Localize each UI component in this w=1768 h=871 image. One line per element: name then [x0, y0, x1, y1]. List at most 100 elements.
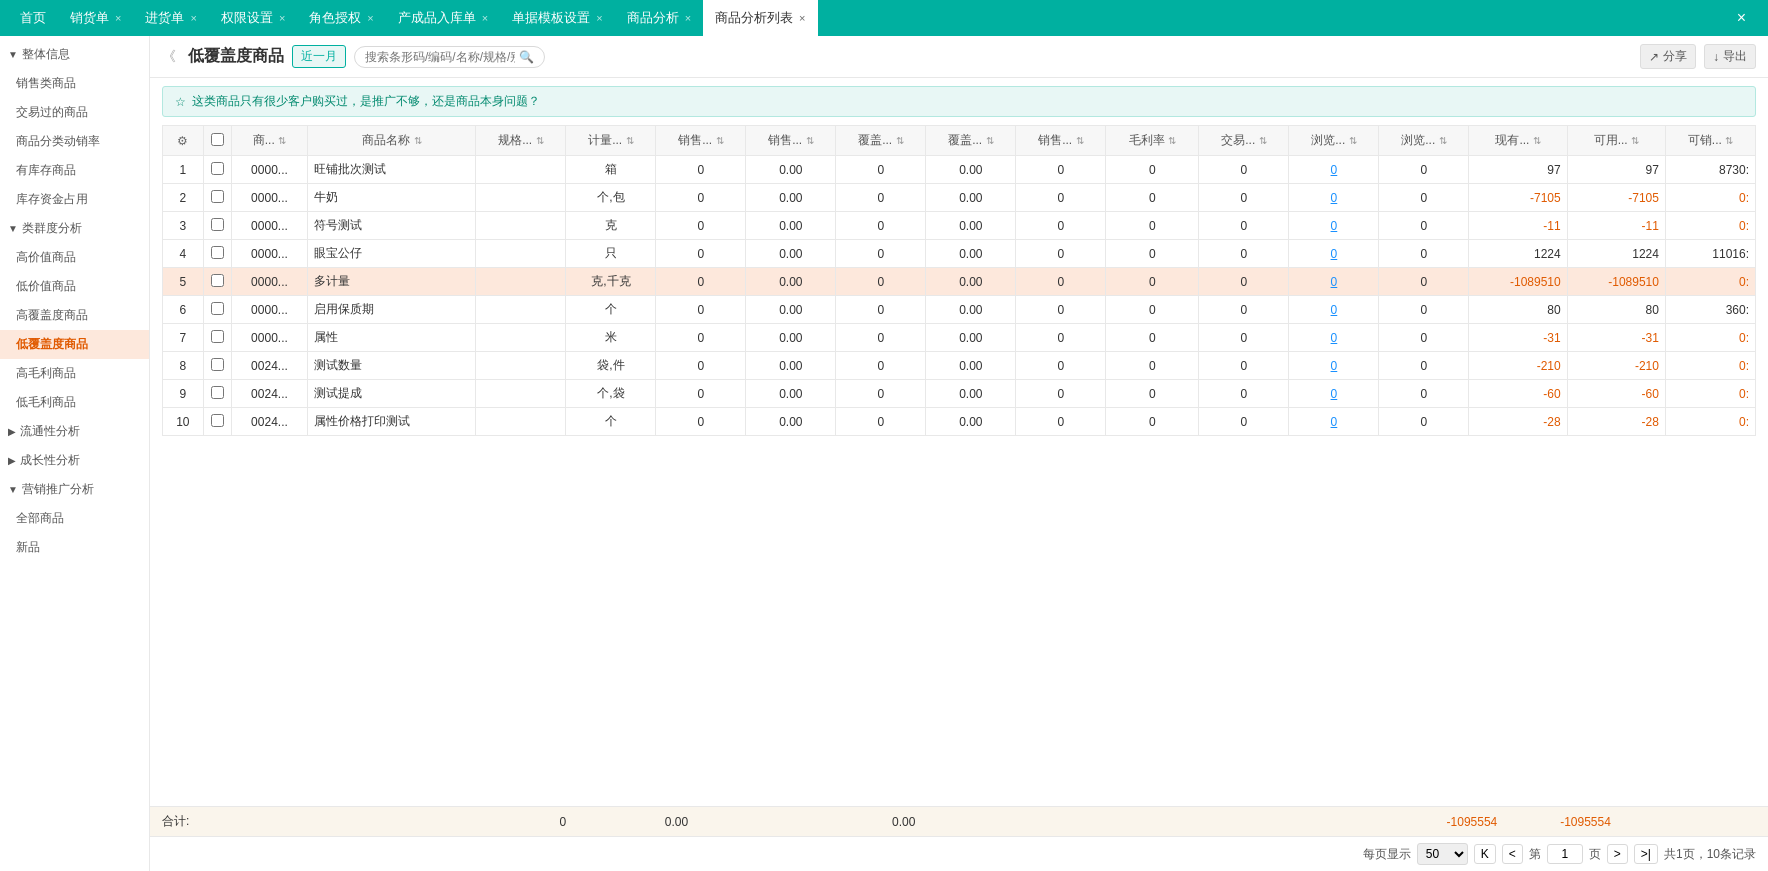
sidebar-item-stocked-goods[interactable]: 有库存商品 — [0, 156, 149, 185]
row-checkbox[interactable] — [211, 358, 224, 371]
row-browse1[interactable]: 0 — [1289, 156, 1379, 184]
per-page-select[interactable]: 50 10 20 100 — [1417, 843, 1468, 865]
export-button[interactable]: ↓ 导出 — [1704, 44, 1756, 69]
row-checkbox[interactable] — [211, 218, 224, 231]
next-page-button[interactable]: > — [1607, 844, 1628, 864]
sidebar-item-low-value[interactable]: 低价值商品 — [0, 272, 149, 301]
row-checkbox-cell[interactable] — [203, 408, 231, 436]
row-checkbox[interactable] — [211, 302, 224, 315]
row-unit: 箱 — [566, 156, 656, 184]
th-coverage1[interactable]: 覆盖... ⇅ — [836, 126, 926, 156]
row-checkbox-cell[interactable] — [203, 240, 231, 268]
th-saleable[interactable]: 可销... ⇅ — [1665, 126, 1755, 156]
sidebar-item-high-margin[interactable]: 高毛利商品 — [0, 359, 149, 388]
nav-product-analysis[interactable]: 商品分析 × — [615, 0, 703, 36]
sidebar-section-flow[interactable]: ▶ 流通性分析 — [0, 417, 149, 446]
row-browse1[interactable]: 0 — [1289, 296, 1379, 324]
row-checkbox[interactable] — [211, 386, 224, 399]
row-gross-margin: 0 — [1106, 212, 1199, 240]
row-browse1[interactable]: 0 — [1289, 324, 1379, 352]
settings-icon[interactable]: ⚙ — [177, 134, 188, 148]
row-checkbox[interactable] — [211, 190, 224, 203]
first-page-button[interactable]: K — [1474, 844, 1496, 864]
nav-sales-order[interactable]: 销货单 × — [58, 0, 133, 36]
th-unit[interactable]: 计量... ⇅ — [566, 126, 656, 156]
sidebar-item-inventory-capital[interactable]: 库存资金占用 — [0, 185, 149, 214]
row-browse1[interactable]: 0 — [1289, 380, 1379, 408]
close-icon[interactable]: × — [799, 12, 805, 24]
th-gross-margin[interactable]: 毛利率 ⇅ — [1106, 126, 1199, 156]
row-checkbox-cell[interactable] — [203, 268, 231, 296]
row-checkbox[interactable] — [211, 330, 224, 343]
row-checkbox-cell[interactable] — [203, 296, 231, 324]
close-icon[interactable]: × — [279, 12, 285, 24]
close-icon[interactable]: × — [367, 12, 373, 24]
close-icon[interactable]: × — [596, 12, 602, 24]
sidebar-section-growth[interactable]: ▶ 成长性分析 — [0, 446, 149, 475]
th-current-stock[interactable]: 现有... ⇅ — [1469, 126, 1567, 156]
th-sales-amount[interactable]: 销售... ⇅ — [746, 126, 836, 156]
close-icon[interactable]: × — [685, 12, 691, 24]
nav-template-settings[interactable]: 单据模板设置 × — [500, 0, 614, 36]
share-button[interactable]: ↗ 分享 — [1640, 44, 1696, 69]
nav-role-auth[interactable]: 角色授权 × — [297, 0, 385, 36]
row-cov1: 0 — [836, 240, 926, 268]
date-filter-button[interactable]: 近一月 — [292, 45, 346, 68]
row-checkbox[interactable] — [211, 274, 224, 287]
sidebar-item-new-goods[interactable]: 新品 — [0, 533, 149, 562]
row-checkbox-cell[interactable] — [203, 212, 231, 240]
th-trade[interactable]: 交易... ⇅ — [1199, 126, 1289, 156]
collapse-button[interactable]: 《 — [162, 48, 176, 66]
sidebar-item-high-coverage[interactable]: 高覆盖度商品 — [0, 301, 149, 330]
nav-permission-settings[interactable]: 权限设置 × — [209, 0, 297, 36]
row-checkbox[interactable] — [211, 246, 224, 259]
row-checkbox-cell[interactable] — [203, 184, 231, 212]
th-browse1[interactable]: 浏览... ⇅ — [1289, 126, 1379, 156]
th-code[interactable]: 商... ⇅ — [231, 126, 308, 156]
sidebar-item-low-coverage[interactable]: 低覆盖度商品 — [0, 330, 149, 359]
row-browse1[interactable]: 0 — [1289, 268, 1379, 296]
nav-product-analysis-list[interactable]: 商品分析列表 × — [703, 0, 817, 36]
close-icon[interactable]: × — [482, 12, 488, 24]
sidebar-item-category-turnover[interactable]: 商品分类动销率 — [0, 127, 149, 156]
nav-home[interactable]: 首页 — [8, 0, 58, 36]
close-icon[interactable]: × — [115, 12, 121, 24]
row-checkbox[interactable] — [211, 414, 224, 427]
window-close-button[interactable]: × — [1723, 9, 1760, 27]
row-checkbox-cell[interactable] — [203, 324, 231, 352]
th-available-stock[interactable]: 可用... ⇅ — [1567, 126, 1665, 156]
sidebar-section-category[interactable]: ▼ 类群度分析 — [0, 214, 149, 243]
last-page-button[interactable]: >| — [1634, 844, 1658, 864]
sidebar-item-high-value[interactable]: 高价值商品 — [0, 243, 149, 272]
th-name[interactable]: 商品名称 ⇅ — [308, 126, 476, 156]
th-spec[interactable]: 规格... ⇅ — [476, 126, 566, 156]
th-sales-qty[interactable]: 销售... ⇅ — [656, 126, 746, 156]
page-input[interactable] — [1547, 844, 1583, 864]
close-icon[interactable]: × — [190, 12, 196, 24]
sidebar-section-marketing[interactable]: ▼ 营销推广分析 — [0, 475, 149, 504]
th-coverage2[interactable]: 覆盖... ⇅ — [926, 126, 1016, 156]
row-checkbox[interactable] — [211, 162, 224, 175]
row-checkbox-cell[interactable] — [203, 156, 231, 184]
nav-purchase-order[interactable]: 进货单 × — [133, 0, 208, 36]
row-browse1[interactable]: 0 — [1289, 184, 1379, 212]
row-gross-margin: 0 — [1106, 408, 1199, 436]
sidebar-item-traded-goods[interactable]: 交易过的商品 — [0, 98, 149, 127]
sidebar-item-sales-goods[interactable]: 销售类商品 — [0, 69, 149, 98]
prev-page-button[interactable]: < — [1502, 844, 1523, 864]
sidebar-section-overall[interactable]: ▼ 整体信息 — [0, 40, 149, 69]
sidebar-item-all-goods[interactable]: 全部商品 — [0, 504, 149, 533]
select-all-checkbox[interactable] — [211, 133, 224, 146]
th-settings[interactable]: ⚙ — [163, 126, 204, 156]
row-browse1[interactable]: 0 — [1289, 352, 1379, 380]
search-input[interactable] — [365, 50, 515, 64]
row-checkbox-cell[interactable] — [203, 380, 231, 408]
row-browse1[interactable]: 0 — [1289, 212, 1379, 240]
th-browse2[interactable]: 浏览... ⇅ — [1379, 126, 1469, 156]
sidebar-item-low-margin[interactable]: 低毛利商品 — [0, 388, 149, 417]
row-browse1[interactable]: 0 — [1289, 240, 1379, 268]
row-browse1[interactable]: 0 — [1289, 408, 1379, 436]
th-sales3[interactable]: 销售... ⇅ — [1016, 126, 1106, 156]
row-checkbox-cell[interactable] — [203, 352, 231, 380]
nav-product-inbound[interactable]: 产成品入库单 × — [386, 0, 500, 36]
